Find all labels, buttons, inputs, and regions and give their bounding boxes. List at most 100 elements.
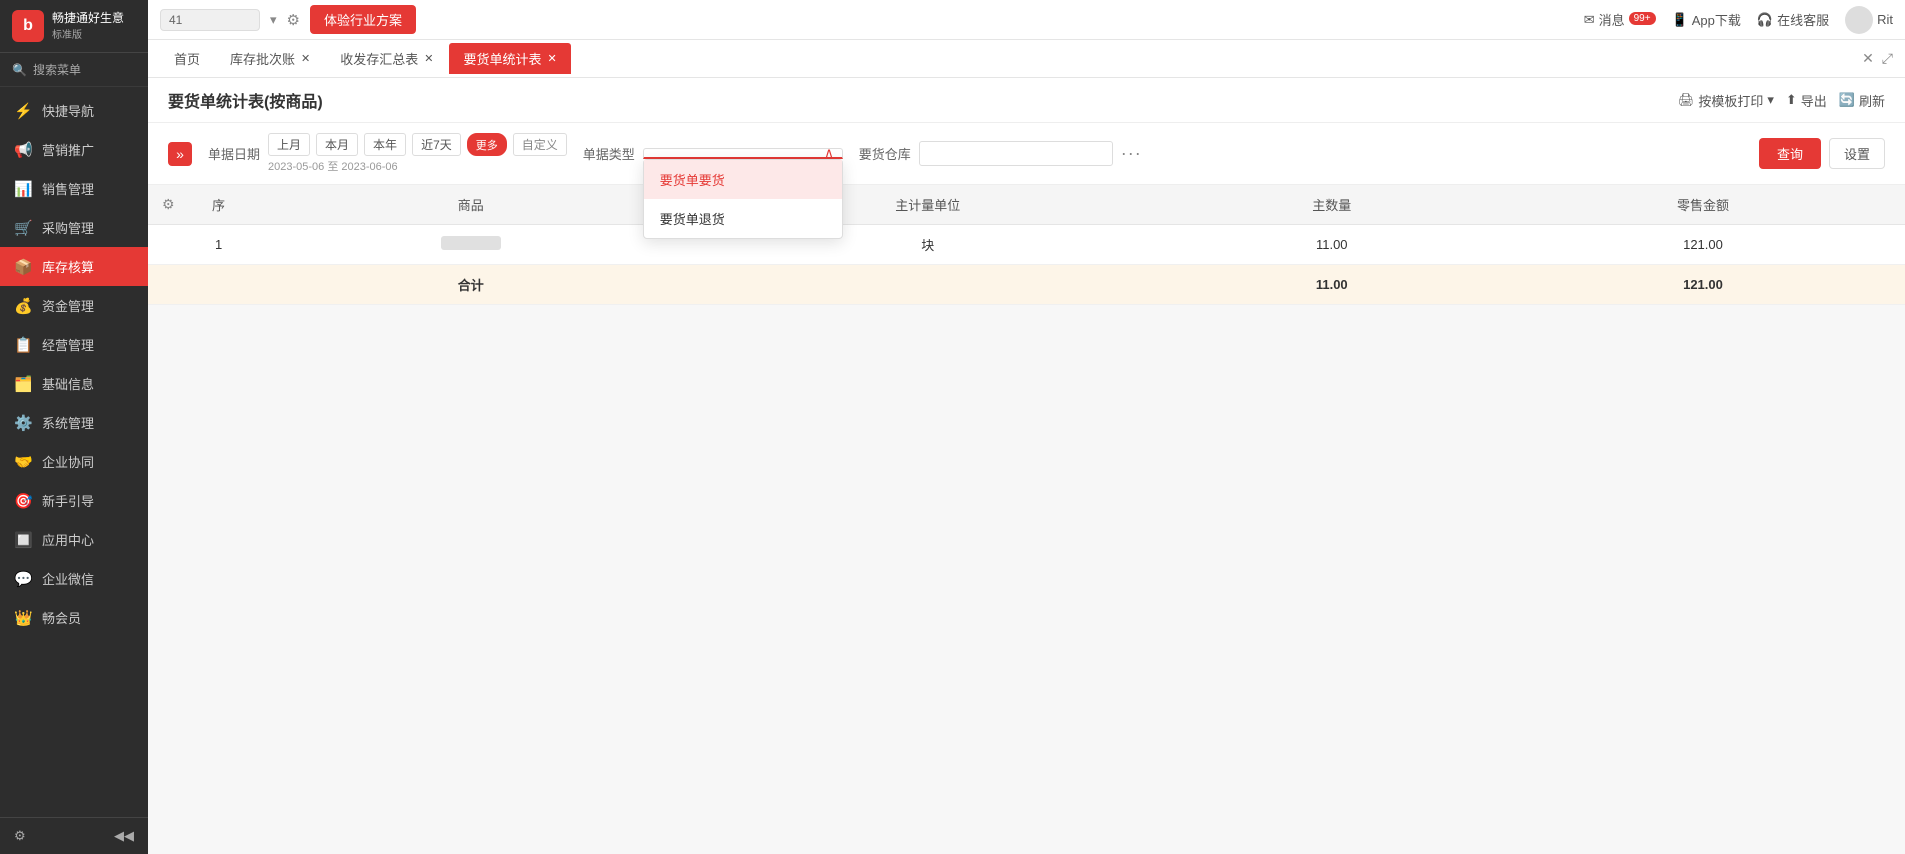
export-label: 导出 <box>1801 91 1827 110</box>
sidebar-item-marketing[interactable]: 📢 营销推广 <box>0 130 148 169</box>
refresh-label: 刷新 <box>1859 91 1885 110</box>
table-header: ⚙ 序 商品 主计量单位 主数量 零售金额 <box>148 185 1905 225</box>
sidebar-collapse-btn[interactable]: ◀◀ <box>114 828 134 844</box>
online-service-item[interactable]: 🎧 在线客服 <box>1757 10 1829 29</box>
settings-btn[interactable]: 设置 <box>1829 138 1885 169</box>
warehouse-label: 要货仓库 <box>859 144 911 163</box>
app-download-item[interactable]: 📱 App下载 <box>1672 10 1741 29</box>
date-btn-7days[interactable]: 近7天 <box>412 133 461 156</box>
topbar: ▾ ⚙ 体验行业方案 ✉ 消息 99+ 📱 App下载 🎧 在线客服 Rit <box>148 0 1905 40</box>
refresh-icon: 🔄 <box>1839 92 1855 108</box>
breadcrumb-input[interactable] <box>160 9 260 31</box>
sidebar-item-guide[interactable]: 🎯 新手引导 <box>0 481 148 520</box>
industry-btn[interactable]: 体验行业方案 <box>310 5 416 34</box>
cell-qty: 11.00 <box>1163 225 1501 265</box>
dropdown-item-order[interactable]: 要货单要货 <box>644 160 842 199</box>
sidebar-item-purchase[interactable]: 🛒 采购管理 <box>0 208 148 247</box>
type-label: 单据类型 <box>583 144 635 163</box>
date-btn-last-month[interactable]: 上月 <box>268 133 310 156</box>
tab-home-label: 首页 <box>174 49 200 68</box>
user-item[interactable]: Rit <box>1845 6 1893 34</box>
topbar-settings-icon[interactable]: ⚙ <box>287 11 300 29</box>
page-title: 要货单统计表(按商品) <box>168 88 323 122</box>
basic-icon: 🗂️ <box>14 375 32 393</box>
sidebar-item-label: 基础信息 <box>42 374 94 393</box>
summary-empty-3 <box>693 265 1163 305</box>
sidebar-item-wechat[interactable]: 💬 企业微信 <box>0 559 148 598</box>
table-footer: 合计 11.00 121.00 <box>148 265 1905 305</box>
tab-summary-close[interactable]: ✕ <box>424 52 433 65</box>
summary-qty: 11.00 <box>1163 265 1501 305</box>
sidebar-settings-btn[interactable]: ⚙ <box>14 828 26 844</box>
sidebar-item-member[interactable]: 👑 畅会员 <box>0 598 148 637</box>
summary-label: 合计 <box>249 265 693 305</box>
refresh-action[interactable]: 🔄 刷新 <box>1839 91 1885 110</box>
cell-amount: 121.00 <box>1501 225 1905 265</box>
tab-order-stats-close[interactable]: ✕ <box>548 52 557 65</box>
filter-date-group: 单据日期 上月 本月 本年 近7天 更多 自定义 2023-05-06 至 20… <box>208 133 567 174</box>
date-label: 单据日期 <box>208 144 260 163</box>
tab-home[interactable]: 首页 <box>160 43 214 74</box>
app-download-label: App下载 <box>1692 10 1741 29</box>
member-icon: 👑 <box>14 609 32 627</box>
print-action[interactable]: 🖨 按模板打印 ▾ <box>1678 91 1774 110</box>
warehouse-input[interactable] <box>919 141 1113 166</box>
sidebar-item-basic[interactable]: 🗂️ 基础信息 <box>0 364 148 403</box>
filter-expand-btn[interactable]: » <box>168 142 192 166</box>
tab-summary[interactable]: 收发存汇总表 ✕ <box>326 43 447 74</box>
sidebar-search[interactable]: 🔍 搜索菜单 <box>0 53 148 87</box>
sidebar-item-operation[interactable]: 📋 经营管理 <box>0 325 148 364</box>
search-icon: 🔍 <box>12 63 27 77</box>
table-header-row: ⚙ 序 商品 主计量单位 主数量 零售金额 <box>148 185 1905 225</box>
date-btn-more[interactable]: 更多 <box>467 133 507 156</box>
tab-order-stats[interactable]: 要货单统计表 ✕ <box>449 43 570 74</box>
summary-amount: 121.00 <box>1501 265 1905 305</box>
sidebar-item-enterprise[interactable]: 🤝 企业协同 <box>0 442 148 481</box>
print-dropdown-icon[interactable]: ▾ <box>1767 92 1774 108</box>
type-dropdown: 要货单要货 要货单退货 <box>643 159 843 239</box>
col-settings: ⚙ <box>148 185 189 225</box>
date-btn-this-month[interactable]: 本月 <box>316 133 358 156</box>
sidebar-item-system[interactable]: ⚙️ 系统管理 <box>0 403 148 442</box>
sidebar-footer: ⚙ ◀◀ <box>0 817 148 854</box>
summary-empty-1 <box>148 265 189 305</box>
guide-icon: 🎯 <box>14 492 32 510</box>
dropdown-item-return[interactable]: 要货单退货 <box>644 199 842 238</box>
tabs-expand-btn[interactable]: ⤢ <box>1882 50 1893 67</box>
sidebar-item-quick-nav[interactable]: ⚡ 快捷导航 <box>0 91 148 130</box>
messages-item[interactable]: ✉ 消息 99+ <box>1584 10 1656 29</box>
finance-icon: 💰 <box>14 297 32 315</box>
summary-row: 合计 11.00 121.00 <box>148 265 1905 305</box>
tab-batch-close[interactable]: ✕ <box>301 52 310 65</box>
col-product: 商品 <box>249 185 693 225</box>
type-select[interactable]: ∧ <box>643 148 843 159</box>
sidebar-item-app-center[interactable]: 🔲 应用中心 <box>0 520 148 559</box>
tab-batch[interactable]: 库存批次账 ✕ <box>216 43 324 74</box>
export-action[interactable]: ⬆ 导出 <box>1786 91 1827 110</box>
messages-label: 消息 <box>1599 10 1625 29</box>
sidebar-item-label: 经营管理 <box>42 335 94 354</box>
page-header: 要货单统计表(按商品) 🖨 按模板打印 ▾ ⬆ 导出 🔄 刷新 <box>148 78 1905 123</box>
sidebar-item-label: 企业协同 <box>42 452 94 471</box>
dropdown-item-return-label: 要货单退货 <box>660 212 725 227</box>
page-content: 要货单统计表(按商品) 🖨 按模板打印 ▾ ⬆ 导出 🔄 刷新 <box>148 78 1905 854</box>
sidebar-item-sales[interactable]: 📊 销售管理 <box>0 169 148 208</box>
sidebar-item-inventory[interactable]: 📦 库存核算 <box>0 247 148 286</box>
breadcrumb-dropdown-icon[interactable]: ▾ <box>270 12 277 28</box>
query-btn[interactable]: 查询 <box>1759 138 1821 169</box>
tabs-close-all-btn[interactable]: ✕ <box>1862 50 1874 67</box>
date-btn-this-year[interactable]: 本年 <box>364 133 406 156</box>
sidebar-item-label: 快捷导航 <box>42 101 94 120</box>
table-area: ⚙ 序 商品 主计量单位 主数量 零售金额 1 <box>148 185 1905 305</box>
table-settings-icon[interactable]: ⚙ <box>162 196 175 212</box>
date-btn-custom[interactable]: 自定义 <box>513 133 567 156</box>
sidebar-item-label: 销售管理 <box>42 179 94 198</box>
export-icon: ⬆ <box>1786 92 1797 108</box>
product-placeholder <box>441 236 501 250</box>
sidebar-item-finance[interactable]: 💰 资金管理 <box>0 286 148 325</box>
col-num: 序 <box>189 185 249 225</box>
app-name: 畅捷通好生意 <box>52 11 124 27</box>
sidebar-item-label: 库存核算 <box>42 257 94 276</box>
inventory-icon: 📦 <box>14 258 32 276</box>
more-filter-btn[interactable]: ··· <box>1121 143 1142 164</box>
